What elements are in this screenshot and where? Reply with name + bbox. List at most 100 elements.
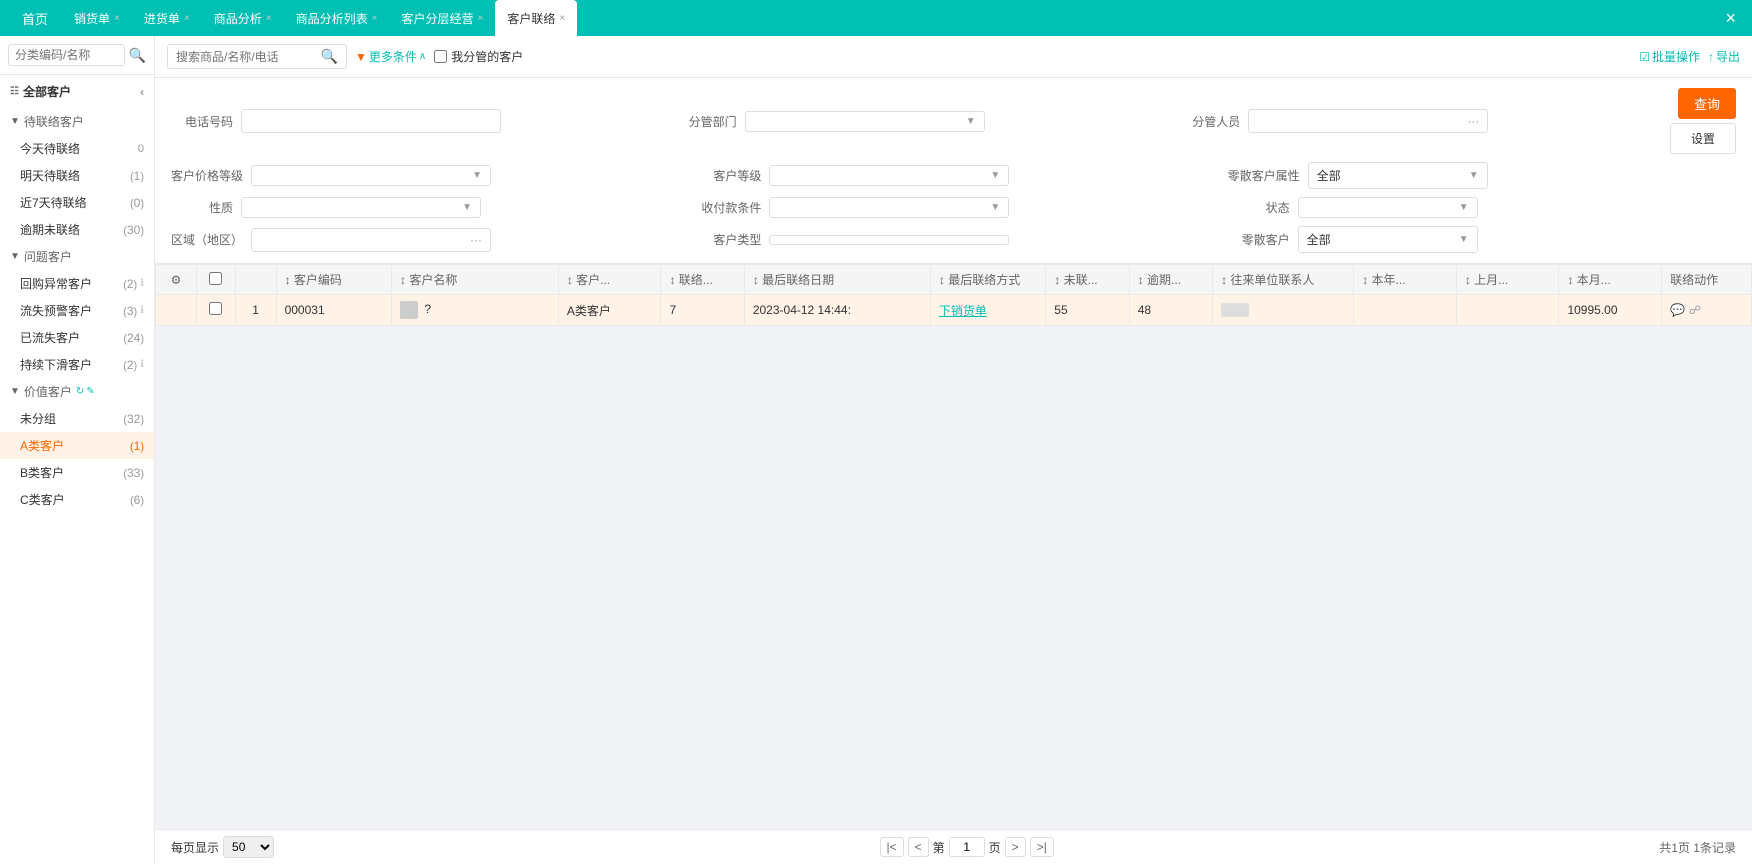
area-select[interactable]: ··· bbox=[251, 228, 491, 252]
sidebar-collapse-icon[interactable]: ‹ bbox=[140, 85, 144, 99]
col-action-header: 联络动作 bbox=[1662, 265, 1752, 295]
status-select[interactable]: ▼ bbox=[1298, 197, 1478, 218]
sidebar-item-b-class[interactable]: B类客户 (33) bbox=[0, 459, 154, 486]
nature-select[interactable]: ▼ bbox=[241, 197, 481, 218]
sidebar-item-abnormal[interactable]: 回购异常客户 (2) ℹ bbox=[0, 270, 154, 297]
row-select-checkbox[interactable] bbox=[209, 302, 222, 315]
col-sort-icon-7: ↕ bbox=[1054, 273, 1060, 287]
customer-table: ⚙ ↕ 客户编码 ↕ 客户名称 bbox=[155, 264, 1752, 326]
nav-tab-3[interactable]: 商品分析列表 × bbox=[284, 0, 390, 36]
prev-page-button[interactable]: < bbox=[908, 837, 929, 857]
sidebar-item-tomorrow[interactable]: 明天待联络 (1) bbox=[0, 162, 154, 189]
page-size-select[interactable]: 50 100 200 bbox=[223, 836, 274, 858]
first-page-button[interactable]: |< bbox=[880, 837, 904, 857]
sidebar-item-7days[interactable]: 近7天待联络 (0) bbox=[0, 189, 154, 216]
retail-select[interactable]: 全部 ▼ bbox=[1298, 226, 1478, 253]
chat-icon[interactable]: 💬 bbox=[1670, 303, 1685, 317]
export-button[interactable]: ↑ 导出 bbox=[1708, 48, 1740, 65]
sidebar-group-pending[interactable]: ▼ 待联络客户 bbox=[0, 108, 154, 135]
main-search-icon[interactable]: 🔍 bbox=[321, 48, 338, 65]
price-grade-select[interactable]: ▼ bbox=[251, 165, 491, 186]
main-search-input[interactable] bbox=[176, 50, 321, 64]
col-name-header[interactable]: ↕ 客户名称 bbox=[392, 265, 559, 295]
total-records: 共1页 1条记录 bbox=[1659, 839, 1736, 856]
payment-select[interactable]: ▼ bbox=[769, 197, 1009, 218]
row-method[interactable]: 下销货单 bbox=[930, 295, 1045, 326]
sidebar-item-churn-warning[interactable]: 流失预警客户 (3) ℹ bbox=[0, 297, 154, 324]
col-unlinked-header[interactable]: ↕ 未联... bbox=[1046, 265, 1129, 295]
settings-button[interactable]: 设置 bbox=[1670, 123, 1736, 154]
nav-close-2[interactable]: × bbox=[266, 13, 272, 24]
nav-tab-4[interactable]: 客户分层经营 × bbox=[389, 0, 495, 36]
col-overdue-header[interactable]: ↕ 逾期... bbox=[1129, 265, 1212, 295]
area-dots: ··· bbox=[470, 233, 482, 247]
sidebar-item-a-class[interactable]: A类客户 (1) bbox=[0, 432, 154, 459]
select-all-checkbox[interactable] bbox=[209, 272, 222, 285]
phone-input[interactable] bbox=[241, 109, 501, 133]
page-number-input[interactable] bbox=[949, 837, 985, 857]
row-settings bbox=[156, 295, 197, 326]
col-contact-header[interactable]: ↕ 联络... bbox=[661, 265, 744, 295]
sidebar-search-icon[interactable]: 🔍 bbox=[129, 47, 146, 64]
customer-type-select[interactable] bbox=[769, 235, 1009, 245]
col-year-header[interactable]: ↕ 本年... bbox=[1354, 265, 1457, 295]
sidebar-group-value[interactable]: ▼ 价值客户 ↻ ✎ bbox=[0, 378, 154, 405]
sidebar-item-unclassified[interactable]: 未分组 (32) bbox=[0, 405, 154, 432]
filter-row-2: 客户价格等级 ▼ 客户等级 ▼ 零散客户属性 全部 bbox=[171, 162, 1736, 189]
sidebar-all-customers[interactable]: ☷ 全部客户 ‹ bbox=[0, 75, 154, 108]
window-close-button[interactable]: × bbox=[1717, 8, 1744, 29]
batch-op-button[interactable]: ☑ 批量操作 bbox=[1639, 48, 1700, 65]
dept-arrow: ▼ bbox=[966, 116, 976, 127]
col-sort-icon: ↕ bbox=[285, 273, 291, 287]
qr-icon[interactable]: ☍ bbox=[1689, 303, 1701, 317]
settings-gear-icon[interactable]: ⚙ bbox=[171, 273, 182, 287]
nav-close-4[interactable]: × bbox=[477, 13, 483, 24]
sidebar-item-overdue[interactable]: 逾期未联络 (30) bbox=[0, 216, 154, 243]
sidebar-search-input[interactable] bbox=[8, 44, 125, 66]
my-customers-checkbox[interactable] bbox=[434, 50, 447, 63]
nav-tab-5[interactable]: 客户联络 × bbox=[495, 0, 577, 36]
filter-price-grade: 客户价格等级 ▼ bbox=[171, 165, 679, 186]
col-thismo-header[interactable]: ↕ 本月... bbox=[1559, 265, 1662, 295]
sidebar-item-declining[interactable]: 持续下滑客户 (2) ℹ bbox=[0, 351, 154, 378]
price-arrow: ▼ bbox=[472, 170, 482, 181]
query-button[interactable]: 查询 bbox=[1678, 88, 1736, 119]
grid-icon: ☷ bbox=[10, 86, 19, 97]
nav-home[interactable]: 首页 bbox=[8, 0, 62, 36]
sidebar-item-today[interactable]: 今天待联络 0 bbox=[0, 135, 154, 162]
col-date-header[interactable]: ↕ 最后联络日期 bbox=[744, 265, 930, 295]
col-code-header[interactable]: ↕ 客户编码 bbox=[276, 265, 391, 295]
col-visits-header[interactable]: ↕ 往来单位联系人 bbox=[1213, 265, 1354, 295]
filter-search-container: 🔍 bbox=[167, 44, 347, 69]
next-page-button[interactable]: > bbox=[1005, 837, 1026, 857]
nav-tab-2[interactable]: 商品分析 × bbox=[202, 0, 284, 36]
col-type-header[interactable]: ↕ 客户... bbox=[558, 265, 661, 295]
nav-close-1[interactable]: × bbox=[184, 13, 190, 24]
col-method-header[interactable]: ↕ 最后联络方式 bbox=[930, 265, 1045, 295]
row-checkbox[interactable] bbox=[197, 295, 235, 326]
dept-select[interactable]: ▼ bbox=[745, 111, 985, 132]
col-checkbox-header[interactable] bbox=[197, 265, 235, 295]
nav-close-0[interactable]: × bbox=[114, 13, 120, 24]
nav-tab-0[interactable]: 销货单 × bbox=[62, 0, 132, 36]
row-name[interactable]: ? bbox=[392, 295, 559, 326]
filter-nature: 性质 ▼ bbox=[171, 197, 679, 218]
nav-close-3[interactable]: × bbox=[372, 13, 378, 24]
nav-close-5[interactable]: × bbox=[559, 13, 565, 24]
col-lastmo-header[interactable]: ↕ 上月... bbox=[1456, 265, 1559, 295]
refresh-icon[interactable]: ↻ bbox=[76, 386, 84, 397]
sidebar-item-c-class[interactable]: C类客户 (6) bbox=[0, 486, 154, 513]
edit-icon[interactable]: ✎ bbox=[86, 386, 94, 397]
sidebar-group-problem[interactable]: ▼ 问题客户 bbox=[0, 243, 154, 270]
method-link[interactable]: 下销货单 bbox=[939, 304, 987, 318]
retail-attr-select[interactable]: 全部 ▼ bbox=[1308, 162, 1488, 189]
sidebar-item-churned[interactable]: 已流失客户 (24) bbox=[0, 324, 154, 351]
col-settings[interactable]: ⚙ bbox=[156, 265, 197, 295]
last-page-button[interactable]: >| bbox=[1030, 837, 1054, 857]
more-filters-button[interactable]: ▼ 更多条件 ∧ bbox=[355, 48, 426, 65]
customer-grade-select[interactable]: ▼ bbox=[769, 165, 1009, 186]
col-sort-icon-6: ↕ bbox=[939, 273, 945, 287]
table-row[interactable]: 1 000031 ? A类客户 7 2023-04-12 14:44: 下销货单… bbox=[156, 295, 1752, 326]
staff-select[interactable]: ··· bbox=[1248, 109, 1488, 133]
nav-tab-1[interactable]: 进货单 × bbox=[132, 0, 202, 36]
